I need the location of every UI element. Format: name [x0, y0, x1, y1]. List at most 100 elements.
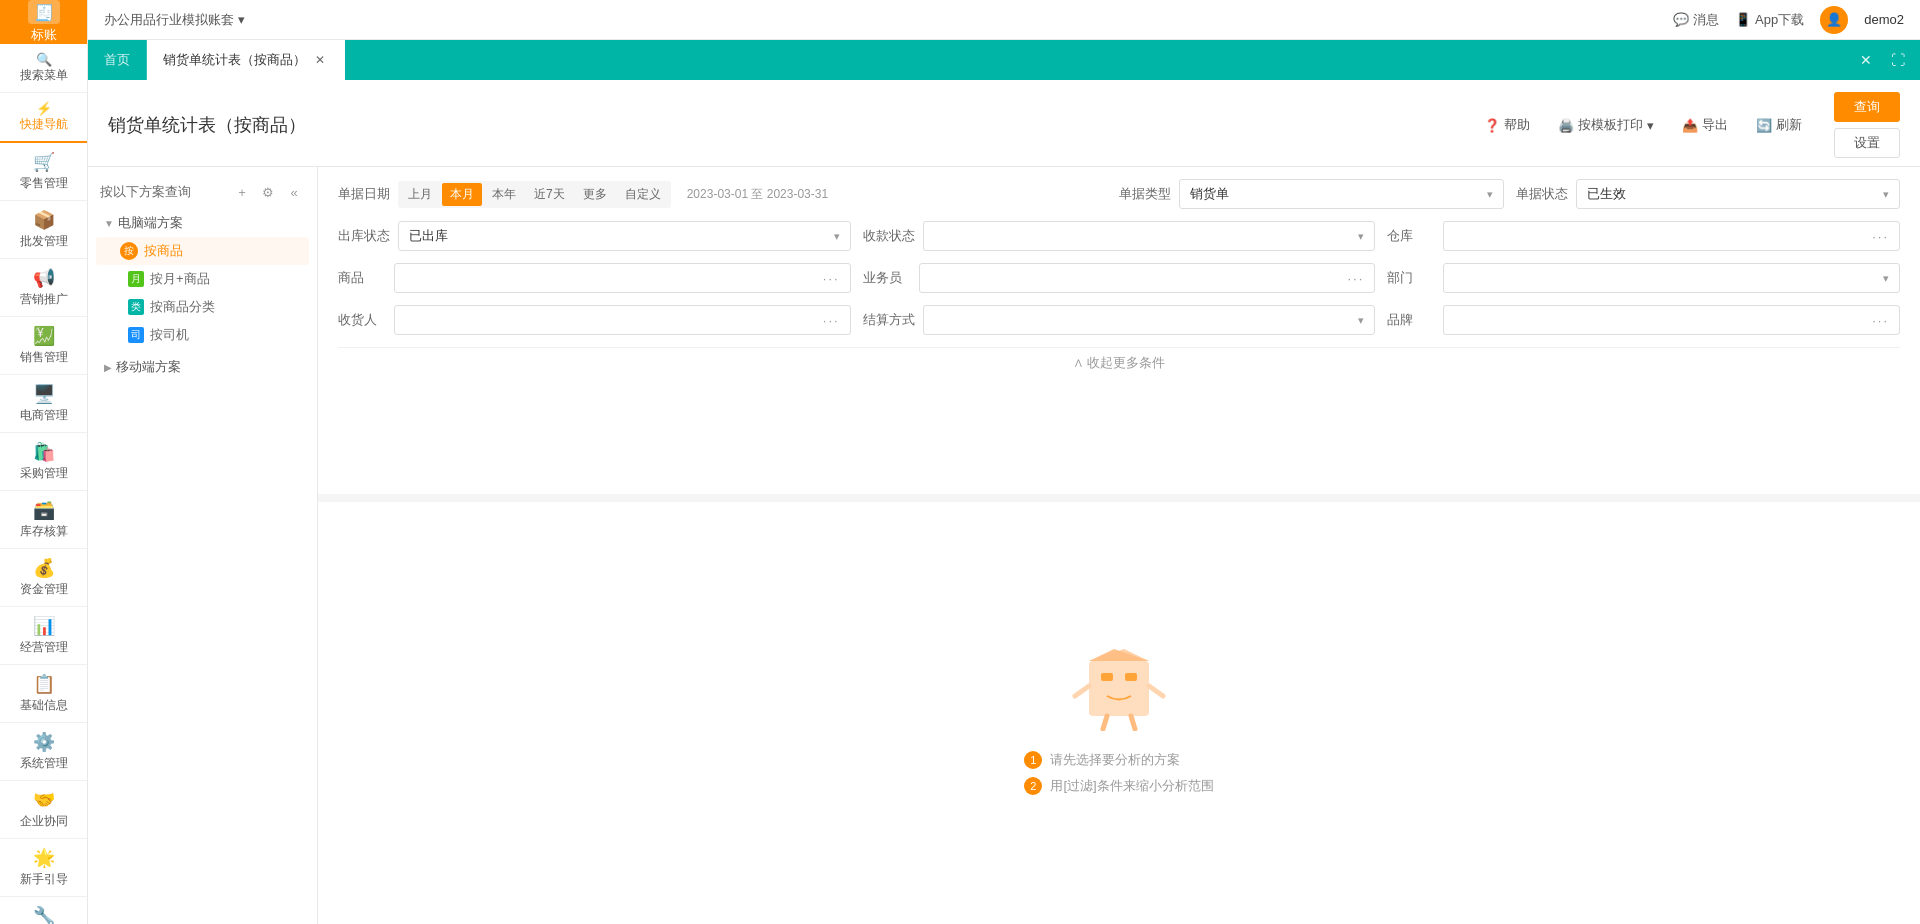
operations-label: 经营管理 — [4, 639, 84, 656]
sidebar-item-basic[interactable]: 📋 基础信息 — [0, 665, 88, 723]
filter-brand: 品牌 ··· — [1387, 305, 1900, 335]
add-icon: + — [238, 185, 246, 200]
driver-scheme-label: 按司机 — [150, 326, 189, 344]
app-download-label: App下载 — [1755, 11, 1804, 29]
sidebar-item-retail[interactable]: 🛒 零售管理 — [0, 143, 88, 201]
search-label: 搜索菜单 — [4, 67, 84, 84]
group-desktop-label: 电脑端方案 — [118, 214, 301, 232]
sidebar-item-sales[interactable]: 💹 销售管理 — [0, 317, 88, 375]
export-btn[interactable]: 📤 导出 — [1674, 112, 1736, 138]
scheme-group-desktop-header[interactable]: ▼ 电脑端方案 — [96, 209, 309, 237]
sidebar-item-marketing[interactable]: 📢 营销推广 — [0, 259, 88, 317]
tab-sales-stat[interactable]: 销货单统计表（按商品） ✕ — [147, 40, 345, 80]
sidebar-item-ecommerce[interactable]: 🖥️ 电商管理 — [0, 375, 88, 433]
scheme-item-by-category[interactable]: 类 按商品分类 — [96, 293, 309, 321]
sidebar-search[interactable]: 🔍 搜索菜单 — [0, 44, 88, 93]
status-control[interactable]: 已生效 ▾ — [1576, 179, 1901, 209]
salesman-control[interactable]: ··· — [919, 263, 1376, 293]
receiver-label: 收货人 — [338, 311, 386, 329]
collapse-label: 收起更多条件 — [1087, 355, 1165, 370]
query-btn[interactable]: 查询 — [1834, 92, 1900, 122]
scheme-header-label: 按以下方案查询 — [100, 183, 227, 201]
right-panel: 单据日期 上月 本月 本年 近7天 更多 自定义 2023-03-01 至 20… — [318, 167, 1920, 924]
tab-home[interactable]: 首页 — [88, 40, 147, 80]
finance-label: 资金管理 — [4, 581, 84, 598]
out-status-control[interactable]: 已出库 ▾ — [398, 221, 851, 251]
status-label: 单据状态 — [1516, 185, 1568, 203]
scheme-panel: 按以下方案查询 + ⚙ « ▼ 电脑端方案 — [88, 167, 318, 924]
help-btn[interactable]: ❓ 帮助 — [1476, 112, 1538, 138]
warehouse-control[interactable]: ··· — [1443, 221, 1900, 251]
date-tab-thismonth[interactable]: 本月 — [442, 183, 482, 206]
purchase-icon: 🛍️ — [4, 441, 84, 463]
dept-control[interactable]: ▾ — [1443, 263, 1900, 293]
sidebar-item-inventory[interactable]: 🗃️ 库存核算 — [0, 491, 88, 549]
sidebar-item-appstore[interactable]: 🔧 应用中心 — [0, 897, 88, 924]
empty-tips: 1 请先选择要分析的方案 2 用[过滤]条件来缩小分析范围 — [1024, 751, 1213, 795]
user-avatar[interactable]: 👤 — [1820, 6, 1848, 34]
appstore-icon: 🔧 — [4, 905, 84, 924]
brand-control[interactable]: ··· — [1443, 305, 1900, 335]
filter-type: 单据类型 销货单 ▾ — [1119, 179, 1504, 209]
scheme-collapse-btn[interactable]: « — [283, 181, 305, 203]
tip-num-2: 2 — [1024, 777, 1042, 795]
sidebar-item-purchase[interactable]: 🛍️ 采购管理 — [0, 433, 88, 491]
marketing-label: 营销推广 — [4, 291, 84, 308]
payment-control[interactable]: ▾ — [923, 305, 1376, 335]
tabbar-expand-btn[interactable]: ⛶ — [1884, 46, 1912, 74]
scheme-item-by-goods[interactable]: 按 按商品 — [96, 237, 309, 265]
scheme-group-mobile-header[interactable]: ▶ 移动端方案 — [96, 353, 309, 381]
username: demo2 — [1864, 12, 1904, 27]
basic-label: 基础信息 — [4, 697, 84, 714]
brand-label: 品牌 — [1387, 311, 1435, 329]
message-btn[interactable]: 💬 消息 — [1673, 11, 1719, 29]
receiver-control[interactable]: ··· — [394, 305, 851, 335]
collapse-bar[interactable]: ∧ 收起更多条件 — [338, 347, 1900, 378]
filter-dept: 部门 ▾ — [1387, 263, 1900, 293]
type-value: 销货单 — [1190, 185, 1229, 203]
ecommerce-label: 电商管理 — [4, 407, 84, 424]
sidebar-item-finance[interactable]: 💰 资金管理 — [0, 549, 88, 607]
search-icon: 🔍 — [4, 52, 84, 67]
app-download-btn[interactable]: 📱 App下载 — [1735, 11, 1804, 29]
mobile-group-label: 移动端方案 — [116, 358, 181, 376]
payment-label: 结算方式 — [863, 311, 915, 329]
type-control[interactable]: 销货单 ▾ — [1179, 179, 1504, 209]
goods-control[interactable]: ··· — [394, 263, 851, 293]
scheme-item-by-month[interactable]: 月 按月+商品 — [96, 265, 309, 293]
scheme-item-by-driver[interactable]: 司 按司机 — [96, 321, 309, 349]
page-actions: ❓ 帮助 🖨️ 按模板打印 ▾ 📤 导出 🔄 刷新 查询 — [1476, 92, 1900, 158]
category-scheme-icon: 类 — [128, 299, 144, 315]
date-tab-custom[interactable]: 自定义 — [617, 183, 669, 206]
print-btn[interactable]: 🖨️ 按模板打印 ▾ — [1550, 112, 1662, 138]
tabbar-close-btn[interactable]: ✕ — [1852, 46, 1880, 74]
sidebar-item-wholesale[interactable]: 📦 批发管理 — [0, 201, 88, 259]
wholesale-label: 批发管理 — [4, 233, 84, 250]
refresh-btn[interactable]: 🔄 刷新 — [1748, 112, 1810, 138]
dept-caret: ▾ — [1883, 272, 1889, 285]
sidebar-item-newbie[interactable]: 🌟 新手引导 — [0, 839, 88, 897]
date-tab-more[interactable]: 更多 — [575, 183, 615, 206]
svg-rect-4 — [1125, 673, 1137, 681]
tab-sales-stat-close[interactable]: ✕ — [312, 52, 328, 68]
date-tab-thisyear[interactable]: 本年 — [484, 183, 524, 206]
type-caret: ▾ — [1487, 188, 1493, 201]
collect-status-control[interactable]: ▾ — [923, 221, 1376, 251]
sidebar-item-system[interactable]: ⚙️ 系统管理 — [0, 723, 88, 781]
date-tab-lastmonth[interactable]: 上月 — [400, 183, 440, 206]
sidebar-logo[interactable]: 🧾 标账 — [0, 0, 88, 44]
settings-btn[interactable]: 设置 — [1834, 128, 1900, 158]
filter-warehouse: 仓库 ··· — [1387, 221, 1900, 251]
sidebar-item-operations[interactable]: 📊 经营管理 — [0, 607, 88, 665]
workspace-dropdown[interactable]: 办公用品行业模拟账套 ▾ — [104, 11, 245, 29]
date-tab-7days[interactable]: 近7天 — [526, 183, 573, 206]
dept-label: 部门 — [1387, 269, 1435, 287]
scheme-add-btn[interactable]: + — [231, 181, 253, 203]
filter-date: 单据日期 上月 本月 本年 近7天 更多 自定义 2023-03-01 至 20… — [338, 181, 1107, 208]
brand-dots: ··· — [1872, 313, 1889, 328]
tabbar: 首页 销货单统计表（按商品） ✕ ✕ ⛶ — [88, 40, 1920, 80]
sidebar-quick-nav[interactable]: ⚡ 快捷导航 — [0, 93, 88, 143]
collect-caret: ▾ — [1358, 230, 1364, 243]
scheme-settings-btn[interactable]: ⚙ — [257, 181, 279, 203]
sidebar-item-enterprise[interactable]: 🤝 企业协同 — [0, 781, 88, 839]
